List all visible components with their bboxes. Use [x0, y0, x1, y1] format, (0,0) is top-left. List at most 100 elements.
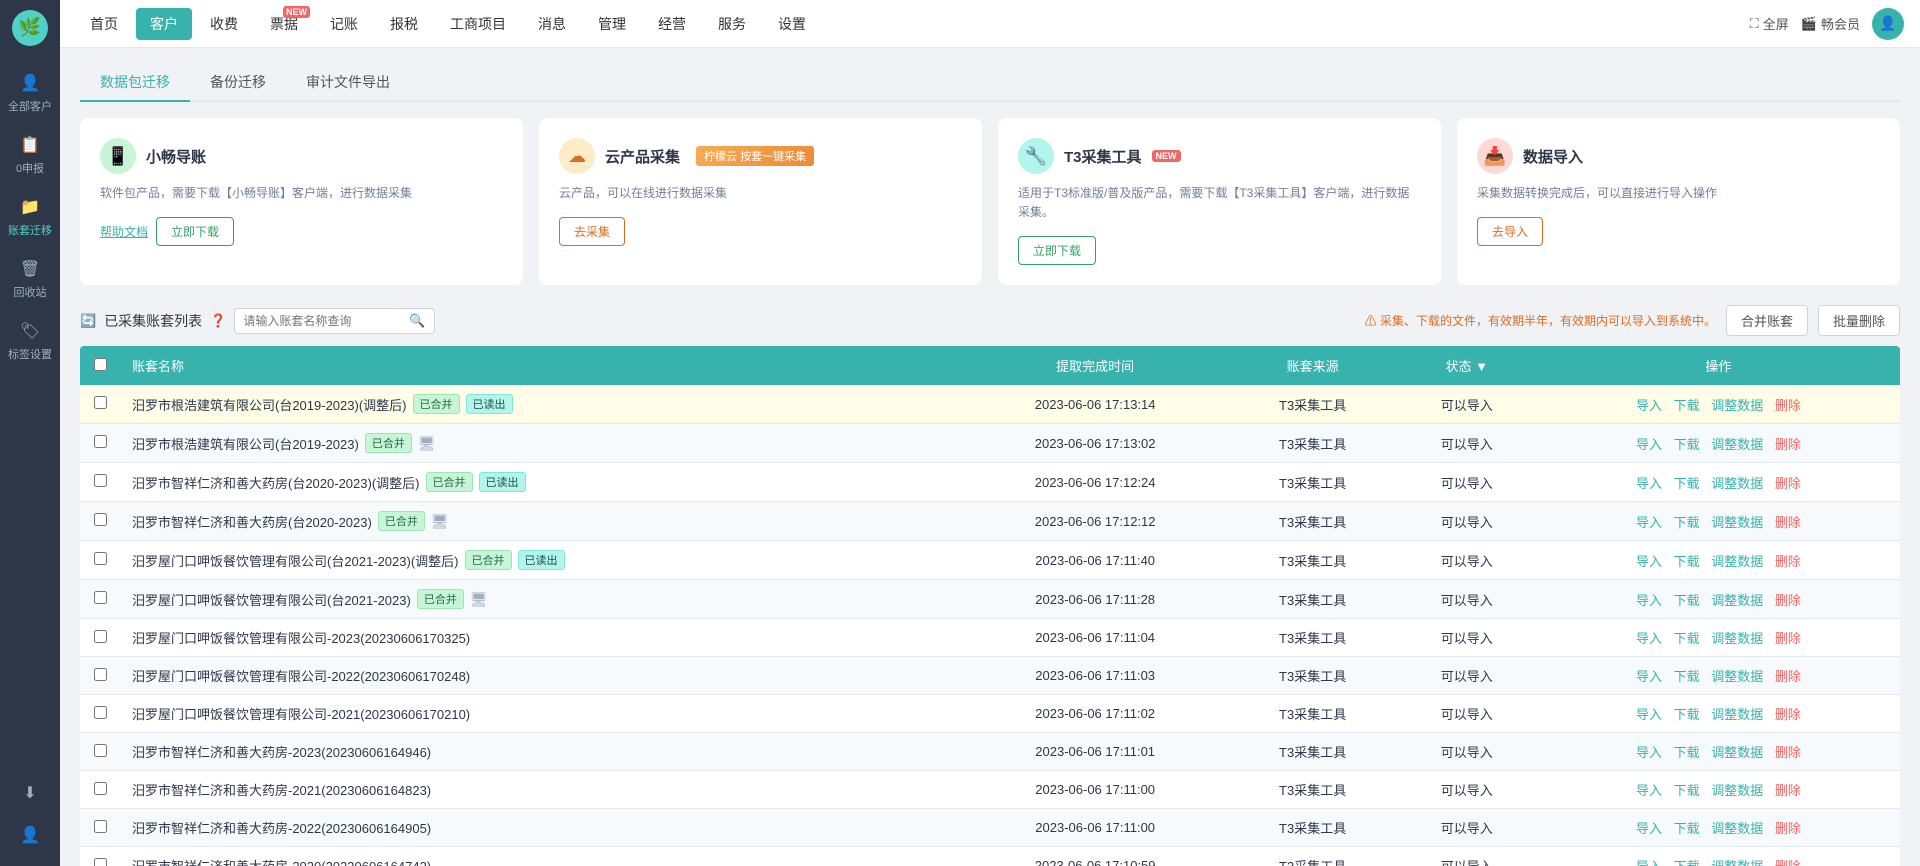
action-下载[interactable]: 下载: [1670, 667, 1704, 686]
nav-client[interactable]: 客户: [136, 8, 192, 40]
search-input[interactable]: [243, 314, 403, 328]
action-导入[interactable]: 导入: [1632, 629, 1666, 648]
action-导入[interactable]: 导入: [1632, 667, 1666, 686]
row-checkbox[interactable]: [94, 552, 107, 565]
row-checkbox[interactable]: [94, 820, 107, 833]
row-checkbox[interactable]: [94, 435, 107, 448]
col-status[interactable]: 状态 ▼: [1397, 346, 1537, 385]
help-icon[interactable]: ❓: [210, 313, 226, 329]
nav-industry[interactable]: 工商项目: [436, 8, 520, 40]
action-导入[interactable]: 导入: [1632, 513, 1666, 532]
sidebar-item-tag-settings[interactable]: 🏷 标签设置: [0, 310, 60, 372]
sidebar-item-settings[interactable]: 👤: [0, 814, 60, 856]
action-导入[interactable]: 导入: [1632, 474, 1666, 493]
action-删除[interactable]: 删除: [1771, 705, 1805, 724]
action-删除[interactable]: 删除: [1771, 396, 1805, 415]
avatar[interactable]: 👤: [1872, 8, 1904, 40]
action-下载[interactable]: 下载: [1670, 591, 1704, 610]
select-all-checkbox[interactable]: [94, 358, 107, 371]
action-下载[interactable]: 下载: [1670, 743, 1704, 762]
row-checkbox[interactable]: [94, 706, 107, 719]
tab-data-migrate[interactable]: 数据包迁移: [80, 64, 190, 102]
action-导入[interactable]: 导入: [1632, 552, 1666, 571]
action-调整数据[interactable]: 调整数据: [1707, 474, 1767, 493]
nav-bookkeeping[interactable]: 记账: [316, 8, 372, 40]
download-btn-t3[interactable]: 立即下载: [1018, 236, 1096, 265]
action-下载[interactable]: 下载: [1670, 474, 1704, 493]
action-调整数据[interactable]: 调整数据: [1707, 857, 1767, 866]
action-调整数据[interactable]: 调整数据: [1707, 396, 1767, 415]
sidebar-item-zero-report[interactable]: 📋 0申报: [0, 124, 60, 186]
action-调整数据[interactable]: 调整数据: [1707, 552, 1767, 571]
action-导入[interactable]: 导入: [1632, 743, 1666, 762]
sidebar-item-all-clients[interactable]: 👤 全部客户: [0, 62, 60, 124]
action-导入[interactable]: 导入: [1632, 705, 1666, 724]
action-调整数据[interactable]: 调整数据: [1707, 629, 1767, 648]
merge-btn[interactable]: 合并账套: [1726, 305, 1808, 336]
row-checkbox[interactable]: [94, 474, 107, 487]
row-checkbox[interactable]: [94, 396, 107, 409]
action-导入[interactable]: 导入: [1632, 819, 1666, 838]
action-导入[interactable]: 导入: [1632, 591, 1666, 610]
sidebar-item-download[interactable]: ⬇: [0, 772, 60, 814]
action-下载[interactable]: 下载: [1670, 552, 1704, 571]
member-btn[interactable]: 🎬 畅会员: [1801, 14, 1860, 33]
action-导入[interactable]: 导入: [1632, 396, 1666, 415]
import-btn[interactable]: 去导入: [1477, 217, 1543, 246]
fullscreen-btn[interactable]: ⛶ 全屏: [1750, 14, 1789, 33]
action-下载[interactable]: 下载: [1670, 629, 1704, 648]
action-下载[interactable]: 下载: [1670, 396, 1704, 415]
help-doc-link[interactable]: 帮助文档: [100, 223, 148, 240]
nav-invoice[interactable]: 票据 NEW: [256, 8, 312, 40]
sidebar-item-recycle[interactable]: 🗑 回收站: [0, 248, 60, 310]
action-下载[interactable]: 下载: [1670, 819, 1704, 838]
nav-tax[interactable]: 报税: [376, 8, 432, 40]
search-icon[interactable]: 🔍: [409, 313, 425, 329]
action-调整数据[interactable]: 调整数据: [1707, 781, 1767, 800]
action-删除[interactable]: 删除: [1771, 435, 1805, 454]
tab-backup-migrate[interactable]: 备份迁移: [190, 64, 286, 102]
refresh-icon[interactable]: 🔄: [80, 313, 96, 329]
action-调整数据[interactable]: 调整数据: [1707, 435, 1767, 454]
action-下载[interactable]: 下载: [1670, 435, 1704, 454]
action-删除[interactable]: 删除: [1771, 667, 1805, 686]
tab-audit-export[interactable]: 审计文件导出: [286, 64, 410, 102]
row-checkbox[interactable]: [94, 513, 107, 526]
action-删除[interactable]: 删除: [1771, 819, 1805, 838]
action-调整数据[interactable]: 调整数据: [1707, 743, 1767, 762]
sidebar-item-account-migrate[interactable]: 📁 账套迁移: [0, 186, 60, 248]
nav-collect[interactable]: 收费: [196, 8, 252, 40]
app-logo[interactable]: 🌿: [12, 10, 48, 46]
nav-settings[interactable]: 设置: [764, 8, 820, 40]
action-调整数据[interactable]: 调整数据: [1707, 591, 1767, 610]
row-checkbox[interactable]: [94, 630, 107, 643]
action-调整数据[interactable]: 调整数据: [1707, 705, 1767, 724]
action-调整数据[interactable]: 调整数据: [1707, 513, 1767, 532]
action-下载[interactable]: 下载: [1670, 513, 1704, 532]
action-删除[interactable]: 删除: [1771, 591, 1805, 610]
row-checkbox[interactable]: [94, 591, 107, 604]
action-导入[interactable]: 导入: [1632, 781, 1666, 800]
nav-operation[interactable]: 经营: [644, 8, 700, 40]
action-调整数据[interactable]: 调整数据: [1707, 667, 1767, 686]
action-删除[interactable]: 删除: [1771, 552, 1805, 571]
action-删除[interactable]: 删除: [1771, 857, 1805, 866]
action-删除[interactable]: 删除: [1771, 629, 1805, 648]
action-下载[interactable]: 下载: [1670, 781, 1704, 800]
action-下载[interactable]: 下载: [1670, 705, 1704, 724]
download-btn-xiaochangdaozhang[interactable]: 立即下载: [156, 217, 234, 246]
action-删除[interactable]: 删除: [1771, 513, 1805, 532]
row-checkbox[interactable]: [94, 782, 107, 795]
action-导入[interactable]: 导入: [1632, 857, 1666, 866]
action-删除[interactable]: 删除: [1771, 474, 1805, 493]
row-checkbox[interactable]: [94, 858, 107, 866]
action-删除[interactable]: 删除: [1771, 781, 1805, 800]
row-checkbox[interactable]: [94, 744, 107, 757]
nav-service[interactable]: 服务: [704, 8, 760, 40]
nav-home[interactable]: 首页: [76, 8, 132, 40]
action-导入[interactable]: 导入: [1632, 435, 1666, 454]
action-删除[interactable]: 删除: [1771, 743, 1805, 762]
action-下载[interactable]: 下载: [1670, 857, 1704, 866]
nav-manage[interactable]: 管理: [584, 8, 640, 40]
nav-message[interactable]: 消息: [524, 8, 580, 40]
